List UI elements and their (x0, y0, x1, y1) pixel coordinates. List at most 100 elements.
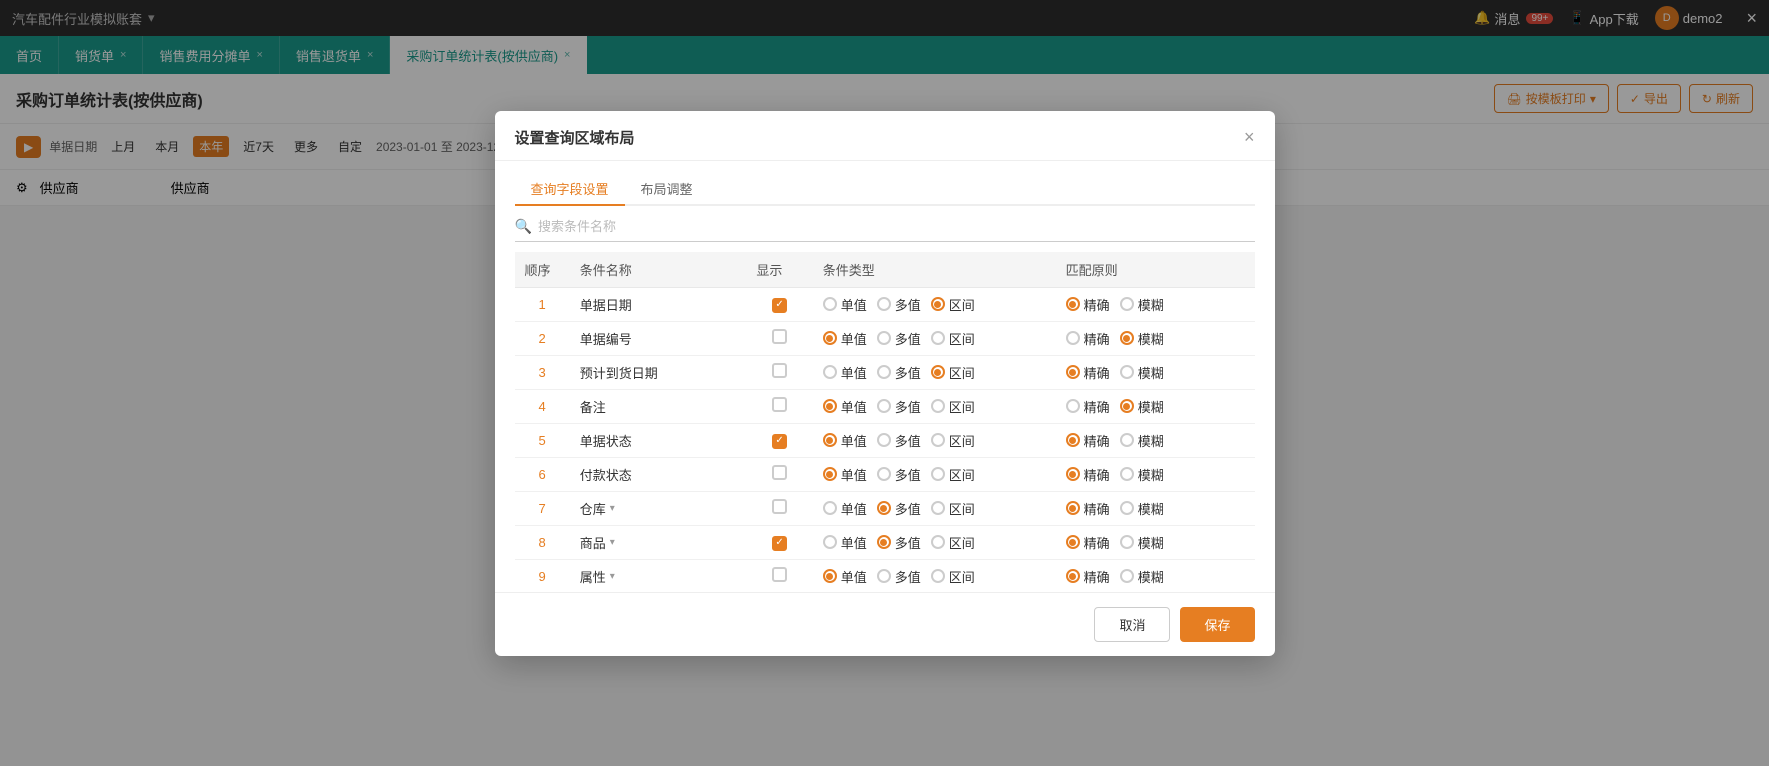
chevron-down-icon: ▾ (610, 571, 615, 582)
show-checkbox[interactable] (772, 434, 787, 449)
radio-circle (877, 535, 891, 549)
dialog-close-btn[interactable]: × (1244, 128, 1255, 146)
row-show[interactable] (746, 491, 812, 525)
type-radio-option[interactable]: 区间 (931, 295, 975, 314)
show-checkbox[interactable] (772, 567, 787, 582)
type-radio-option[interactable]: 单值 (823, 397, 867, 416)
row-match: 精确模糊 (1056, 457, 1255, 491)
show-checkbox[interactable] (772, 499, 787, 514)
type-radio-option[interactable]: 单值 (823, 567, 867, 586)
type-radio-option[interactable]: 区间 (931, 329, 975, 348)
match-radio-option[interactable]: 模糊 (1120, 567, 1164, 586)
type-radio-option[interactable]: 单值 (823, 431, 867, 450)
row-order: 2 (515, 321, 570, 355)
type-radio-option[interactable]: 多值 (877, 295, 921, 314)
tab-layout-adjust[interactable]: 布局调整 (625, 173, 709, 206)
radio-circle (931, 331, 945, 345)
match-radio-option[interactable]: 精确 (1066, 397, 1110, 416)
type-radio-option[interactable]: 区间 (931, 397, 975, 416)
table-row: 7仓库 ▾单值多值区间精确模糊 (515, 491, 1255, 525)
type-radio-option[interactable]: 多值 (877, 499, 921, 518)
type-radio-option[interactable]: 区间 (931, 431, 975, 450)
row-show[interactable] (746, 457, 812, 491)
type-radio-option[interactable]: 多值 (877, 533, 921, 552)
type-radio-option[interactable]: 单值 (823, 295, 867, 314)
dialog-tabs: 查询字段设置 布局调整 (515, 161, 1255, 206)
match-radio-option[interactable]: 精确 (1066, 465, 1110, 484)
match-radio-option[interactable]: 模糊 (1120, 329, 1164, 348)
show-checkbox[interactable] (772, 363, 787, 378)
type-radio-option[interactable]: 区间 (931, 533, 975, 552)
row-show[interactable] (746, 389, 812, 423)
type-radio-option[interactable]: 多值 (877, 431, 921, 450)
match-radio-option[interactable]: 模糊 (1120, 533, 1164, 552)
settings-table: 顺序 条件名称 显示 条件类型 匹配原则 1单据日期单值多值区间精确模糊2单据编… (515, 252, 1255, 592)
row-type: 单值多值区间 (813, 423, 1056, 457)
row-match: 精确模糊 (1056, 389, 1255, 423)
show-checkbox[interactable] (772, 329, 787, 344)
match-radio-option[interactable]: 模糊 (1120, 295, 1164, 314)
chevron-down-icon: ▾ (610, 537, 615, 548)
type-radio-option[interactable]: 多值 (877, 363, 921, 382)
row-show[interactable] (746, 287, 812, 321)
type-radio-option[interactable]: 多值 (877, 567, 921, 586)
type-radio-option[interactable]: 区间 (931, 363, 975, 382)
type-radio-option[interactable]: 多值 (877, 397, 921, 416)
radio-circle (877, 501, 891, 515)
match-radio-option[interactable]: 模糊 (1120, 397, 1164, 416)
show-checkbox[interactable] (772, 465, 787, 480)
match-radio-option[interactable]: 模糊 (1120, 363, 1164, 382)
table-row: 2单据编号单值多值区间精确模糊 (515, 321, 1255, 355)
type-radio-option[interactable]: 单值 (823, 499, 867, 518)
match-radio-option[interactable]: 模糊 (1120, 465, 1164, 484)
match-radio-option[interactable]: 精确 (1066, 533, 1110, 552)
show-checkbox[interactable] (772, 397, 787, 412)
show-checkbox[interactable] (772, 298, 787, 313)
type-radio-option[interactable]: 区间 (931, 499, 975, 518)
radio-circle (1066, 331, 1080, 345)
table-row: 3预计到货日期单值多值区间精确模糊 (515, 355, 1255, 389)
type-radio-option[interactable]: 区间 (931, 567, 975, 586)
condition-search-input[interactable] (538, 219, 1255, 234)
row-match: 精确模糊 (1056, 559, 1255, 592)
match-radio-option[interactable]: 精确 (1066, 295, 1110, 314)
row-show[interactable] (746, 559, 812, 592)
row-type: 单值多值区间 (813, 355, 1056, 389)
row-show[interactable] (746, 423, 812, 457)
row-order: 8 (515, 525, 570, 559)
radio-circle (823, 569, 837, 583)
match-radio-option[interactable]: 精确 (1066, 329, 1110, 348)
type-radio-option[interactable]: 单值 (823, 363, 867, 382)
save-btn[interactable]: 保存 (1180, 607, 1254, 642)
radio-circle (823, 501, 837, 515)
row-type: 单值多值区间 (813, 559, 1056, 592)
dialog-overlay: 设置查询区域布局 × 查询字段设置 布局调整 🔍 顺序 (0, 0, 1769, 766)
search-icon: 🔍 (515, 218, 532, 235)
match-radio-option[interactable]: 模糊 (1120, 431, 1164, 450)
dialog-footer: 取消 保存 (495, 592, 1275, 656)
show-checkbox[interactable] (772, 536, 787, 551)
row-name: 备注 (570, 389, 747, 423)
type-radio-option[interactable]: 区间 (931, 465, 975, 484)
type-radio-option[interactable]: 多值 (877, 329, 921, 348)
type-radio-option[interactable]: 单值 (823, 329, 867, 348)
match-radio-option[interactable]: 精确 (1066, 499, 1110, 518)
row-show[interactable] (746, 525, 812, 559)
match-radio-option[interactable]: 精确 (1066, 567, 1110, 586)
table-header-row: 顺序 条件名称 显示 条件类型 匹配原则 (515, 252, 1255, 288)
cancel-btn[interactable]: 取消 (1094, 607, 1170, 642)
type-radio-option[interactable]: 单值 (823, 533, 867, 552)
match-radio-option[interactable]: 精确 (1066, 363, 1110, 382)
row-name: 单据日期 (570, 287, 747, 321)
type-radio-option[interactable]: 多值 (877, 465, 921, 484)
tab-query-settings[interactable]: 查询字段设置 (515, 173, 625, 206)
row-show[interactable] (746, 321, 812, 355)
match-radio-option[interactable]: 精确 (1066, 431, 1110, 450)
row-show[interactable] (746, 355, 812, 389)
match-radio-option[interactable]: 模糊 (1120, 499, 1164, 518)
type-radio-option[interactable]: 单值 (823, 465, 867, 484)
row-type: 单值多值区间 (813, 389, 1056, 423)
radio-circle (1120, 365, 1134, 379)
row-match: 精确模糊 (1056, 355, 1255, 389)
radio-circle (1066, 467, 1080, 481)
